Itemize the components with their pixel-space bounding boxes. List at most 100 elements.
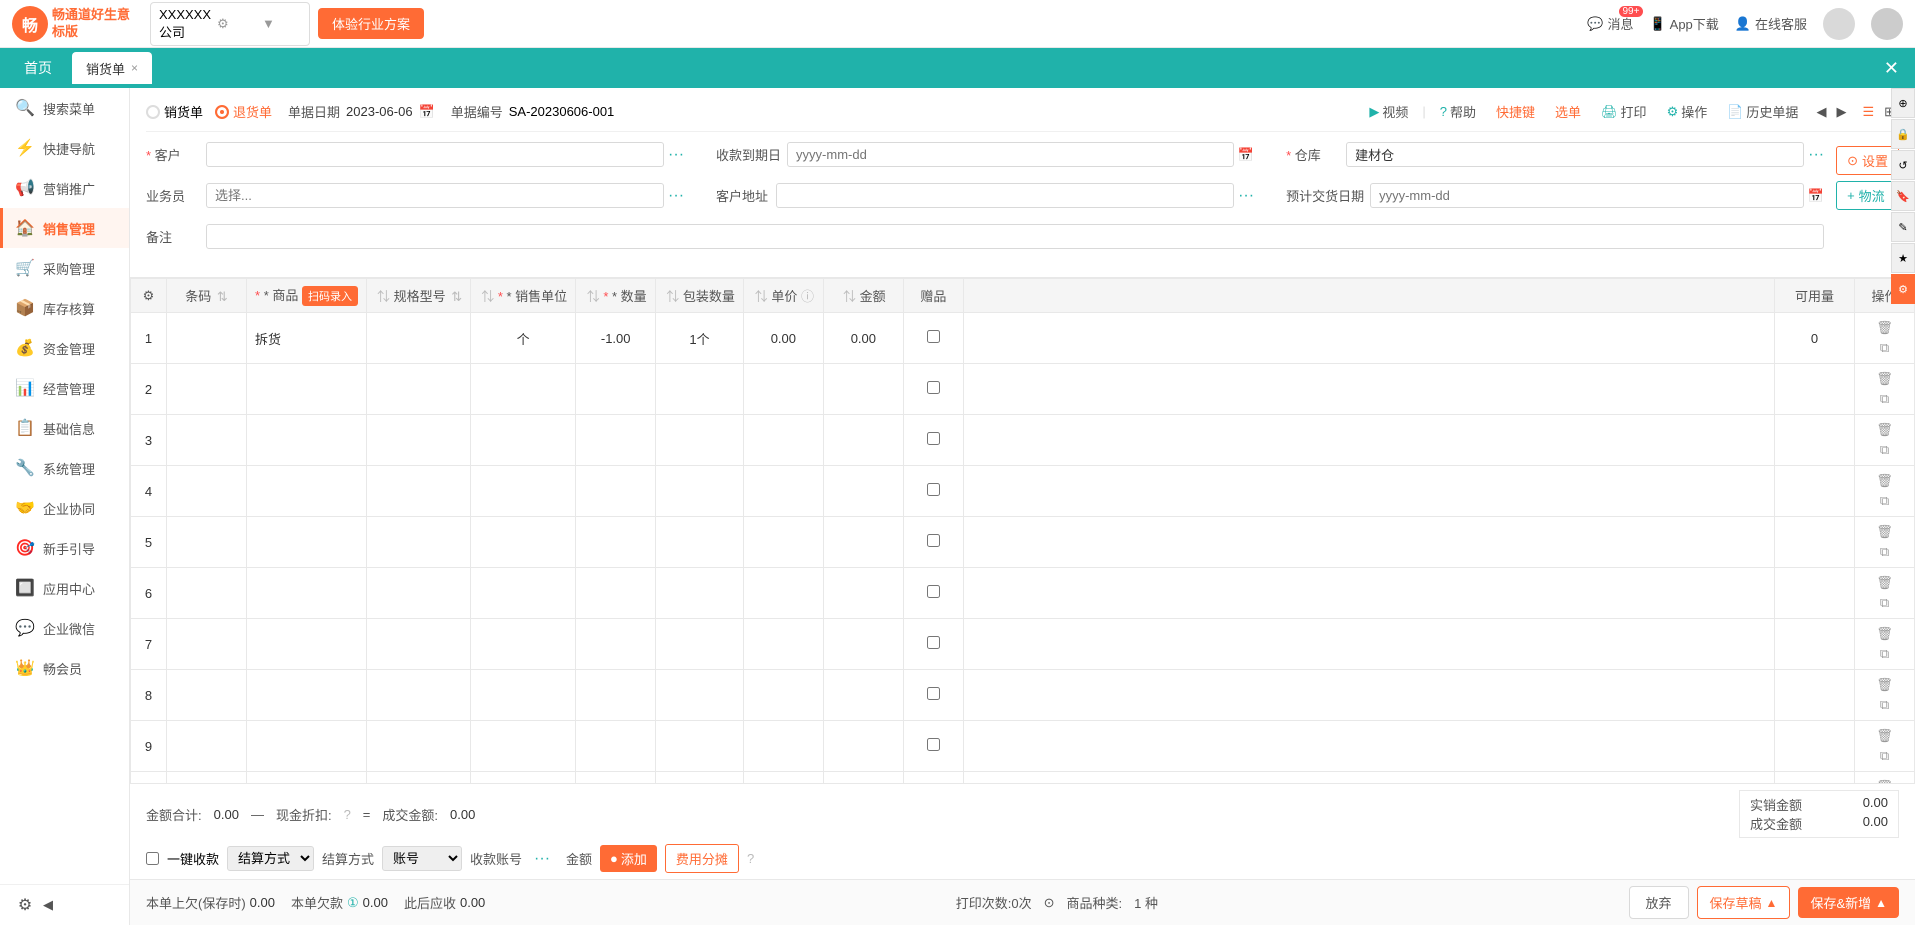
- row-barcode[interactable]: [167, 568, 247, 619]
- row-barcode[interactable]: [167, 466, 247, 517]
- row-price[interactable]: [743, 466, 823, 517]
- history-btn[interactable]: 📄历史单据: [1721, 100, 1804, 123]
- save-draft-btn[interactable]: 保存草稿 ▲: [1697, 886, 1791, 919]
- row-qty[interactable]: [576, 415, 656, 466]
- sidebar-item-purchase[interactable]: 🛒 采购管理: [0, 248, 129, 288]
- one-click-checkbox[interactable]: [146, 852, 159, 865]
- float-btn-7[interactable]: ⚙: [1891, 274, 1915, 304]
- row-price[interactable]: [743, 364, 823, 415]
- copy-icon[interactable]: ⧉: [1876, 593, 1893, 613]
- sidebar-item-operation[interactable]: 📊 经营管理: [0, 368, 129, 408]
- delete-icon[interactable]: 🗑: [1872, 369, 1897, 389]
- trial-button[interactable]: 体验行业方案: [318, 8, 424, 39]
- shortcut-btn[interactable]: 快捷键: [1490, 100, 1541, 123]
- sidebar-item-inventory[interactable]: 📦 库存核算: [0, 288, 129, 328]
- row-qty[interactable]: -1.00: [576, 313, 656, 364]
- row-remark[interactable]: [963, 364, 1774, 415]
- due-date-input[interactable]: [787, 142, 1234, 167]
- sidebar-item-finance[interactable]: 💰 资金管理: [0, 328, 129, 368]
- price-info-icon[interactable]: ⓘ: [801, 289, 814, 304]
- row-gift[interactable]: [903, 670, 963, 721]
- row-price[interactable]: 0.00: [743, 313, 823, 364]
- copy-icon[interactable]: ⧉: [1876, 440, 1893, 460]
- row-barcode[interactable]: [167, 619, 247, 670]
- delete-icon[interactable]: 🗑: [1872, 573, 1897, 593]
- logistics-button[interactable]: + 物流: [1836, 181, 1899, 210]
- sidebar-item-sales[interactable]: 🏠 销售管理: [0, 208, 129, 248]
- row-gift[interactable]: [903, 619, 963, 670]
- float-btn-3[interactable]: ↺: [1891, 150, 1915, 180]
- due-date-cal-icon[interactable]: 📅: [1238, 147, 1254, 163]
- warehouse-input[interactable]: [1346, 142, 1804, 167]
- row-price[interactable]: [743, 568, 823, 619]
- sidebar-item-apps[interactable]: 🔲 应用中心: [0, 568, 129, 608]
- row-qty[interactable]: [576, 772, 656, 784]
- float-btn-2[interactable]: 🔒: [1891, 119, 1915, 149]
- row-gift[interactable]: [903, 721, 963, 772]
- salesperson-dots[interactable]: ···: [668, 187, 684, 205]
- row-barcode[interactable]: [167, 670, 247, 721]
- sidebar-item-marketing[interactable]: 📢 营销推广: [0, 168, 129, 208]
- row-remark[interactable]: [963, 772, 1774, 784]
- float-btn-6[interactable]: ★: [1891, 243, 1915, 273]
- row-spec[interactable]: [367, 466, 471, 517]
- sidebar-settings[interactable]: ⚙ ◀: [0, 885, 129, 925]
- tab-close-icon[interactable]: ×: [131, 61, 138, 75]
- payment-method-select[interactable]: 结算方式: [227, 846, 314, 871]
- company-selector[interactable]: XXXXXX公司 ⚙ ▼: [150, 2, 310, 46]
- copy-icon[interactable]: ⧉: [1876, 338, 1893, 358]
- avatar-2[interactable]: [1871, 8, 1903, 40]
- service-group[interactable]: 👤 在线客服: [1735, 14, 1807, 33]
- row-barcode[interactable]: [167, 721, 247, 772]
- delete-icon[interactable]: 🗑: [1872, 675, 1897, 695]
- col-settings-header[interactable]: ⚙: [131, 279, 167, 313]
- app-download-group[interactable]: 📱 App下载: [1649, 14, 1718, 33]
- col-pkg-header[interactable]: ⇅ 包装数量: [656, 279, 744, 313]
- row-price[interactable]: [743, 415, 823, 466]
- close-window-icon[interactable]: ✕: [1876, 54, 1907, 82]
- row-remark[interactable]: [963, 619, 1774, 670]
- row-qty[interactable]: [576, 619, 656, 670]
- sidebar-item-collab[interactable]: 🤝 企业协同: [0, 488, 129, 528]
- sidebar-item-system[interactable]: 🔧 系统管理: [0, 448, 129, 488]
- delete-icon[interactable]: 🗑: [1872, 726, 1897, 746]
- row-qty[interactable]: [576, 670, 656, 721]
- row-remark[interactable]: [963, 466, 1774, 517]
- copy-icon[interactable]: ⧉: [1876, 542, 1893, 562]
- save-new-btn[interactable]: 保存&新增 ▲: [1798, 887, 1899, 918]
- account-dots[interactable]: ···: [534, 850, 550, 868]
- row-gift[interactable]: [903, 772, 963, 784]
- customer-dots[interactable]: ···: [668, 146, 684, 164]
- sidebar-search[interactable]: 🔍 搜索菜单: [0, 88, 129, 128]
- delete-icon[interactable]: 🗑: [1872, 471, 1897, 491]
- print-btn[interactable]: 🖨打印: [1595, 100, 1653, 123]
- row-remark[interactable]: [963, 568, 1774, 619]
- tab-sale-order[interactable]: 销货单 ×: [72, 52, 152, 84]
- delete-icon[interactable]: 🗑: [1872, 318, 1897, 338]
- copy-icon[interactable]: ⧉: [1876, 644, 1893, 664]
- video-btn[interactable]: ▶视频: [1363, 100, 1414, 123]
- logo-area[interactable]: 畅 畅通道好生意 标版: [12, 6, 142, 42]
- scan-btn[interactable]: 扫码录入: [302, 286, 358, 306]
- sidebar-collapse-icon[interactable]: ◀: [43, 897, 53, 913]
- row-barcode[interactable]: [167, 364, 247, 415]
- help-btn[interactable]: ?帮助: [1434, 100, 1482, 123]
- row-remark[interactable]: [963, 670, 1774, 721]
- row-gift[interactable]: [903, 517, 963, 568]
- col-product-header[interactable]: * * 商品 扫码录入: [247, 279, 367, 313]
- address-dots[interactable]: ···: [1238, 187, 1254, 205]
- row-price[interactable]: [743, 772, 823, 784]
- message-group[interactable]: 💬 消息 99+: [1587, 14, 1633, 33]
- float-btn-1[interactable]: ⊕: [1891, 88, 1915, 118]
- row-qty[interactable]: [576, 466, 656, 517]
- row-gift[interactable]: [903, 313, 963, 364]
- settings-icon[interactable]: ⚙: [217, 16, 256, 32]
- copy-icon[interactable]: ⧉: [1876, 491, 1893, 511]
- row-gift[interactable]: [903, 568, 963, 619]
- add-payment-btn[interactable]: ● 添加: [600, 845, 657, 872]
- sidebar-item-guide[interactable]: 🎯 新手引导: [0, 528, 129, 568]
- account-select[interactable]: 账号: [382, 846, 462, 871]
- row-remark[interactable]: [963, 313, 1774, 364]
- row-barcode[interactable]: [167, 517, 247, 568]
- nav-next[interactable]: ▶: [1832, 102, 1850, 122]
